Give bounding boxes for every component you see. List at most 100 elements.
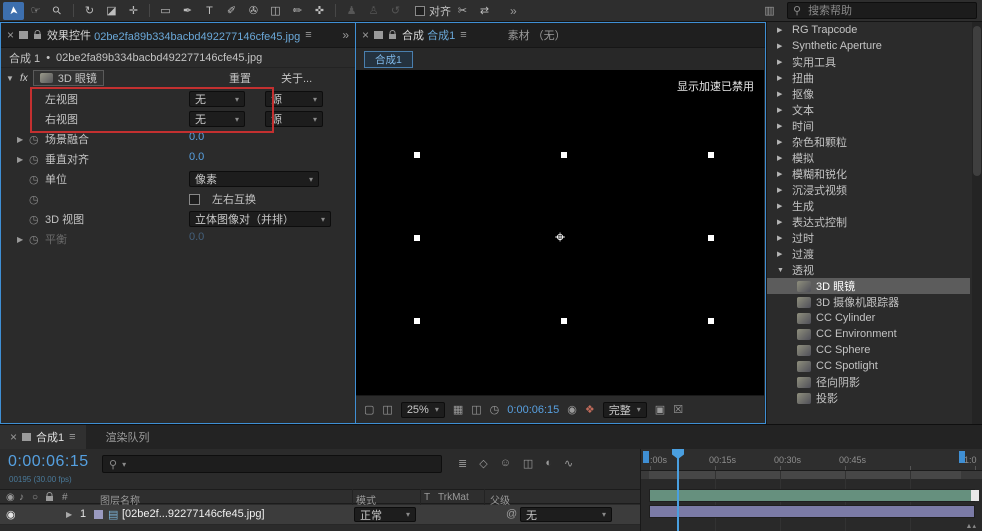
effects-category-synthetic-aperture[interactable]: ▶ Synthetic Aperture (767, 38, 982, 54)
layer-duration-bar-purple[interactable] (649, 505, 975, 518)
eraser-tool-button[interactable]: ◫ (265, 2, 286, 20)
effect-item-drop-shadow[interactable]: 投影 (767, 390, 970, 406)
eye-icon[interactable]: ◉ (6, 492, 15, 503)
panel-menu-icon[interactable]: ≡ (69, 431, 75, 443)
clone-stamp-tool-button[interactable]: ✇ (243, 2, 264, 20)
scrollbar-thumb[interactable] (973, 26, 981, 176)
footage-tab[interactable]: 素材 （无） (508, 27, 566, 43)
about-button[interactable]: 关于... (281, 70, 312, 86)
effects-category-transition[interactable]: ▶ 过渡 (767, 246, 982, 262)
left-view-source-dropdown[interactable]: 源 ▾ (265, 91, 323, 107)
effect-item-cc-environment[interactable]: CC Environment (767, 326, 970, 342)
motion-blur-icon[interactable]: ◐ (545, 457, 552, 470)
effect-item-cc-cylinder[interactable]: CC Cylinder (767, 310, 970, 326)
selection-tool-button[interactable]: ➤ (3, 1, 24, 20)
timeline-search-box[interactable]: ⚲ ▾ (102, 455, 442, 473)
zoom-tool-button[interactable]: ⚲ (47, 2, 68, 20)
snap-checkbox[interactable] (415, 5, 425, 16)
scrollbar[interactable] (972, 22, 982, 424)
playhead-line[interactable] (677, 449, 679, 531)
effects-category-keying[interactable]: ▶ 抠像 (767, 86, 982, 102)
work-area-end-handle[interactable] (959, 451, 965, 463)
mask-tool-button[interactable]: ✂ (452, 2, 473, 20)
mask-visibility-icon[interactable]: ◫ (471, 403, 481, 416)
orbit-camera-tool-button[interactable]: ↻ (79, 2, 100, 20)
panel-overflow-icon[interactable]: » (342, 28, 349, 42)
effects-category-rg-trapcode[interactable]: ▶ RG Trapcode (767, 22, 982, 38)
current-timecode[interactable]: 0:00:06:15 (8, 453, 89, 471)
grid-guides-icon[interactable]: ▦ (453, 403, 463, 416)
reset-button[interactable]: 重置 (229, 70, 251, 86)
effects-category-text[interactable]: ▶ 文本 (767, 102, 982, 118)
stopwatch-icon[interactable]: ◷ (29, 153, 45, 166)
channel-icon[interactable]: ❖ (585, 403, 595, 416)
mini-flowchart-icon[interactable]: ≣ (458, 457, 467, 470)
composition-viewport[interactable]: 显示加速已禁用 ⌖ (356, 70, 764, 395)
column-trkmat[interactable]: TrkMat (438, 492, 469, 503)
lock-icon[interactable] (33, 30, 42, 40)
work-area-bar[interactable] (641, 471, 982, 479)
anchor-point-icon[interactable]: ⌖ (555, 228, 565, 246)
fx-badge[interactable]: fx (20, 73, 28, 84)
work-area-start-handle[interactable] (643, 451, 649, 463)
vertical-align-value[interactable]: 0.0 (189, 151, 204, 163)
stopwatch-icon[interactable]: ◷ (29, 133, 45, 146)
effects-category-time[interactable]: ▶ 时间 (767, 118, 982, 134)
effect-item-cc-spotlight[interactable]: CC Spotlight (767, 358, 970, 374)
roto-brush-tool-button[interactable]: ✏ (287, 2, 308, 20)
effects-category-utility[interactable]: ▶ 实用工具 (767, 54, 982, 70)
left-view-dropdown[interactable]: 无 ▾ (189, 91, 245, 107)
effect-expander-icon[interactable]: ▼ (5, 74, 15, 83)
eye-icon[interactable]: ◉ (6, 508, 16, 521)
solo-icon[interactable]: ○ (32, 492, 38, 503)
layer-name[interactable]: [02be2f...92277146cfe45.jpg] (122, 508, 265, 520)
stopwatch-icon[interactable]: ◷ (29, 213, 45, 226)
effect-name-box[interactable]: 3D 眼镜 (32, 70, 104, 86)
snapshot-icon[interactable]: ◉ (567, 403, 577, 416)
effect-item-3d-glasses[interactable]: 3D 眼镜 (767, 278, 970, 294)
effects-category-immersive-video[interactable]: ▶ 沉浸式视频 (767, 182, 982, 198)
panel-menu-icon[interactable]: ≡ (305, 29, 311, 41)
effects-category-noise-grain[interactable]: ▶ 杂色和颗粒 (767, 134, 982, 150)
camera-tool-button[interactable]: ◪ (101, 2, 122, 20)
effects-category-expression-controls[interactable]: ▶ 表达式控制 (767, 214, 982, 230)
right-view-source-dropdown[interactable]: 源 ▾ (265, 111, 323, 127)
effect-item-3d-camera-tracker[interactable]: 3D 摄像机跟踪器 (767, 294, 970, 310)
expander-icon[interactable]: ▶ (17, 155, 29, 164)
effects-category-simulation[interactable]: ▶ 模拟 (767, 150, 982, 166)
always-preview-icon[interactable]: ▢ (364, 403, 374, 416)
effects-category-distort[interactable]: ▶ 扭曲 (767, 70, 982, 86)
timeline-zoom-icon[interactable]: ▲▴ (966, 522, 976, 530)
units-dropdown[interactable]: 像素 ▾ (189, 171, 319, 187)
close-panel-icon[interactable]: × (362, 28, 369, 42)
type-tool-button[interactable]: T (199, 2, 220, 20)
close-panel-icon[interactable]: × (7, 28, 14, 42)
layer-handle[interactable] (561, 152, 567, 158)
time-ruler[interactable]: :00s 00:15s 00:30s 00:45s 01:0 (641, 449, 982, 471)
swap-left-right-checkbox[interactable] (189, 193, 200, 205)
help-search-box[interactable]: ⚲ (787, 2, 977, 19)
layer-handle[interactable] (414, 235, 420, 241)
layer-expander-icon[interactable]: ▶ (66, 510, 72, 519)
help-search-input[interactable] (806, 3, 957, 18)
breadcrumb-comp[interactable]: 合成 1 (9, 50, 40, 66)
effects-category-blur-sharpen[interactable]: ▶ 模糊和锐化 (767, 166, 982, 182)
brush-tool-button[interactable]: ✐ (221, 2, 242, 20)
layer-handle[interactable] (708, 318, 714, 324)
toolbar-overflow-icon[interactable]: » (510, 4, 517, 18)
blend-mode-dropdown[interactable]: 正常 ▾ (354, 507, 416, 522)
preview-timecode[interactable]: 0:00:06:15 (507, 404, 559, 416)
label-color-swatch[interactable] (94, 510, 103, 519)
layer-handle[interactable] (414, 318, 420, 324)
panel-menu-icon[interactable]: ≡ (460, 29, 466, 41)
stopwatch-icon[interactable]: ◷ (29, 193, 45, 206)
main-viewer-icon[interactable]: ◫ (382, 403, 392, 416)
effect-item-radial-shadow[interactable]: 径向阴影 (767, 374, 970, 390)
audio-icon[interactable]: ♪ (19, 492, 24, 503)
pan-behind-tool-button[interactable]: ✛ (123, 2, 144, 20)
close-panel-icon[interactable]: × (10, 430, 17, 444)
transparency-grid-icon[interactable]: ☒ (673, 403, 683, 416)
work-area-segment[interactable] (649, 471, 961, 479)
layer-handle[interactable] (561, 318, 567, 324)
comp-nav-tab[interactable]: 合成1 (364, 50, 413, 68)
